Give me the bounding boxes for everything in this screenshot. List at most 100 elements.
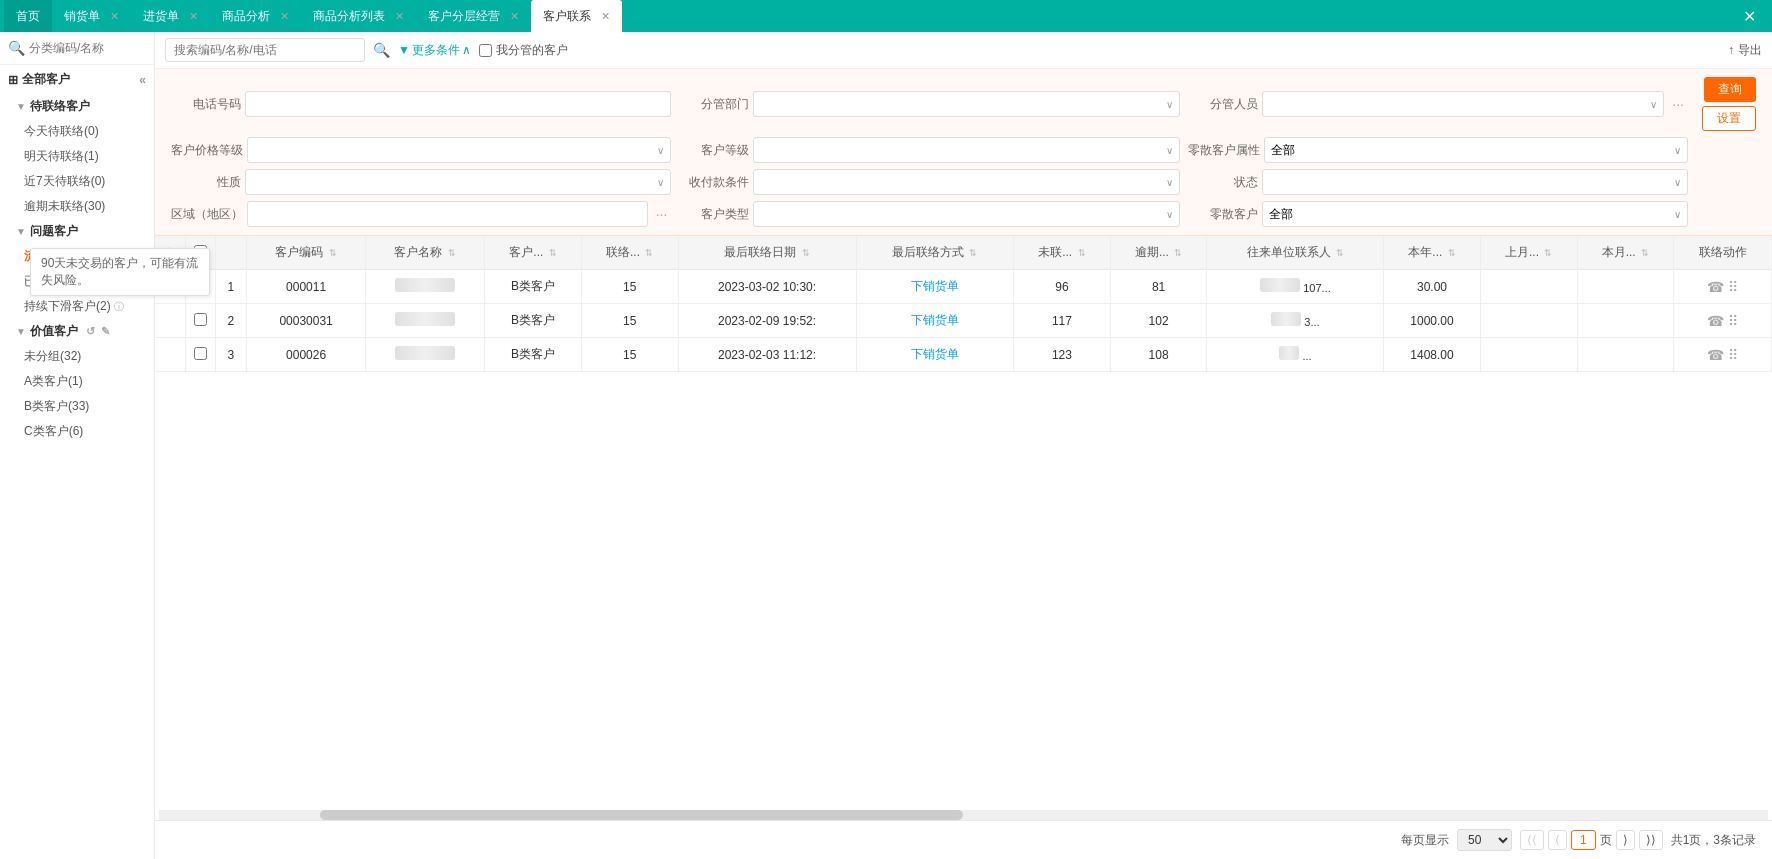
price-level-select[interactable]: ∨	[247, 137, 671, 163]
th-this-year[interactable]: 本年... ⇅	[1384, 236, 1481, 270]
dept-label: 分管部门	[679, 96, 749, 113]
all-customers-header[interactable]: ⊞ 全部客户 «	[0, 65, 154, 94]
sidebar-item-today-pending[interactable]: 今天待联络(0)	[0, 119, 154, 144]
filter-status: 状态 ∨	[1188, 169, 1688, 195]
sidebar-group-pending[interactable]: ▼ 待联络客户	[0, 94, 154, 119]
th-code[interactable]: 客户编码 ⇅	[247, 236, 366, 270]
tab-home[interactable]: 首页	[4, 0, 52, 32]
page-size-select[interactable]: 50 100	[1457, 829, 1512, 851]
th-contacts[interactable]: 联络... ⇅	[581, 236, 678, 270]
row2-select[interactable]	[194, 313, 207, 326]
row2-action-icons: ☎ ⠿	[1680, 313, 1765, 329]
payment-select[interactable]: ∨	[753, 169, 1179, 195]
sidebar-group-value[interactable]: ▼ 价值客户 ↺ ✎	[0, 319, 154, 344]
th-this-month[interactable]: 本月... ⇅	[1577, 236, 1674, 270]
filter-nature: 性质 ∨	[171, 169, 671, 195]
sidebar-item-ungrouped[interactable]: 未分组(32)	[0, 344, 154, 369]
row1-no: 1	[215, 270, 247, 304]
sort-method-icon: ⇅	[969, 248, 977, 258]
sidebar-item-declining[interactable]: 持续下滑客户(2) ⓘ	[0, 294, 154, 319]
row1-name	[366, 270, 485, 304]
row3-phone-icon[interactable]: ☎	[1707, 347, 1724, 363]
customer-level-select[interactable]: ∨	[753, 137, 1179, 163]
row1-phone-icon[interactable]: ☎	[1707, 279, 1724, 295]
row2-more-icon[interactable]: ⠿	[1728, 313, 1738, 329]
search-input[interactable]	[165, 38, 365, 62]
th-overdue[interactable]: 逾期... ⇅	[1110, 236, 1207, 270]
adv-filter-row3: 性质 ∨ 收付款条件 ∨ 状态	[171, 169, 1756, 195]
next-page-button[interactable]: ⟩	[1616, 830, 1635, 850]
tab-customer-layer[interactable]: 客户分层经营 ✕	[416, 0, 531, 32]
th-uncontacted[interactable]: 未联... ⇅	[1014, 236, 1111, 270]
tab-customer-contact-close[interactable]: ✕	[601, 10, 610, 23]
row2-contacts: 15	[581, 304, 678, 338]
retail-attr-select[interactable]: 全部 ∨	[1264, 137, 1688, 163]
sidebar-item-7days-pending[interactable]: 近7天待联络(0)	[0, 169, 154, 194]
window-close-button[interactable]: ✕	[1731, 7, 1768, 26]
row3-more-icon[interactable]: ⠿	[1728, 347, 1738, 363]
sidebar-item-class-c[interactable]: C类客户(6)	[0, 419, 154, 444]
settings-button[interactable]: 设置	[1702, 106, 1756, 131]
search-button[interactable]: 🔍	[373, 42, 390, 58]
refresh-icon[interactable]: ↺	[86, 325, 95, 338]
th-unit-contacts[interactable]: 往来单位联系人 ⇅	[1207, 236, 1384, 270]
tab-customer-layer-close[interactable]: ✕	[510, 10, 519, 23]
dept-select[interactable]: ∨	[753, 91, 1179, 117]
advanced-filter-panel: 电话号码 分管部门 ∨ 分管人员 ∨ ···	[155, 69, 1772, 236]
sidebar-item-tomorrow-pending[interactable]: 明天待联络(1)	[0, 144, 154, 169]
prev-page-button[interactable]: ⟨	[1548, 830, 1567, 850]
my-customers-checkbox[interactable]: 我分管的客户	[479, 42, 568, 59]
scroll-thumb[interactable]	[320, 810, 964, 820]
export-button[interactable]: ↑ 导出	[1728, 42, 1762, 59]
tab-product-analysis-list[interactable]: 商品分析列表 ✕	[301, 0, 416, 32]
first-page-button[interactable]: ⟨⟨	[1520, 830, 1544, 850]
nature-select[interactable]: ∨	[245, 169, 671, 195]
tab-sales-order[interactable]: 销货单 ✕	[52, 0, 131, 32]
arrow-problem: ▼	[16, 226, 26, 237]
th-level[interactable]: 客户... ⇅	[485, 236, 582, 270]
query-button[interactable]: 查询	[1704, 77, 1756, 102]
customer-type-select[interactable]: ∨	[753, 201, 1179, 227]
more-conditions-toggle[interactable]: ▼ 更多条件 ∧	[398, 42, 471, 59]
region-more-icon[interactable]: ···	[652, 206, 672, 222]
export-icon: ↑	[1728, 43, 1734, 57]
sidebar-group-problem[interactable]: ▼ 问题客户	[0, 219, 154, 244]
sidebar-item-class-b[interactable]: B类客户(33)	[0, 394, 154, 419]
grid-icon: ⊞	[8, 73, 18, 87]
sidebar-search-input[interactable]	[29, 41, 155, 55]
tab-sales-close[interactable]: ✕	[110, 10, 119, 23]
row1-method-link[interactable]: 下销货单	[911, 279, 959, 293]
tab-product-analysis-close[interactable]: ✕	[280, 10, 289, 23]
th-last-month[interactable]: 上月... ⇅	[1480, 236, 1577, 270]
sidebar-item-class-a[interactable]: A类客户(1)	[0, 369, 154, 394]
th-name[interactable]: 客户名称 ⇅	[366, 236, 485, 270]
top-tab-bar: 首页 销货单 ✕ 进货单 ✕ 商品分析 ✕ 商品分析列表 ✕ 客户分层经营 ✕ …	[0, 0, 1772, 32]
collapse-icon[interactable]: «	[139, 73, 146, 87]
row3-method-link[interactable]: 下销货单	[911, 347, 959, 361]
retail-customer-select[interactable]: 全部 ∨	[1262, 201, 1688, 227]
manager-select[interactable]: ∨	[1262, 91, 1665, 117]
horizontal-scrollbar[interactable]	[159, 810, 1768, 820]
sidebar-item-overdue-pending[interactable]: 逾期未联络(30)	[0, 194, 154, 219]
th-last-contact-method[interactable]: 最后联络方式 ⇅	[856, 236, 1014, 270]
phone-input[interactable]	[245, 91, 671, 117]
row2-method-link[interactable]: 下销货单	[911, 313, 959, 327]
tab-customer-contact[interactable]: 客户联系 ✕	[531, 0, 622, 32]
row3-this-year: 1408.00	[1384, 338, 1481, 372]
tab-product-list-close[interactable]: ✕	[395, 10, 404, 23]
tab-product-analysis[interactable]: 商品分析 ✕	[210, 0, 301, 32]
sort-lmonth-icon: ⇅	[1544, 248, 1552, 258]
row3-select[interactable]	[194, 347, 207, 360]
row2-phone-icon[interactable]: ☎	[1707, 313, 1724, 329]
region-select[interactable]	[247, 201, 648, 227]
adv-filter-row1: 电话号码 分管部门 ∨ 分管人员 ∨ ···	[171, 77, 1756, 131]
tab-purchase-order[interactable]: 进货单 ✕	[131, 0, 210, 32]
tab-purchase-close[interactable]: ✕	[189, 10, 198, 23]
th-last-contact-date[interactable]: 最后联络日期 ⇅	[678, 236, 856, 270]
row1-more-icon[interactable]: ⠿	[1728, 279, 1738, 295]
manager-more-icon[interactable]: ···	[1668, 96, 1688, 112]
edit-icon[interactable]: ✎	[101, 325, 110, 338]
status-select[interactable]: ∨	[1262, 169, 1688, 195]
my-customers-check[interactable]	[479, 44, 492, 57]
last-page-button[interactable]: ⟩⟩	[1639, 830, 1663, 850]
